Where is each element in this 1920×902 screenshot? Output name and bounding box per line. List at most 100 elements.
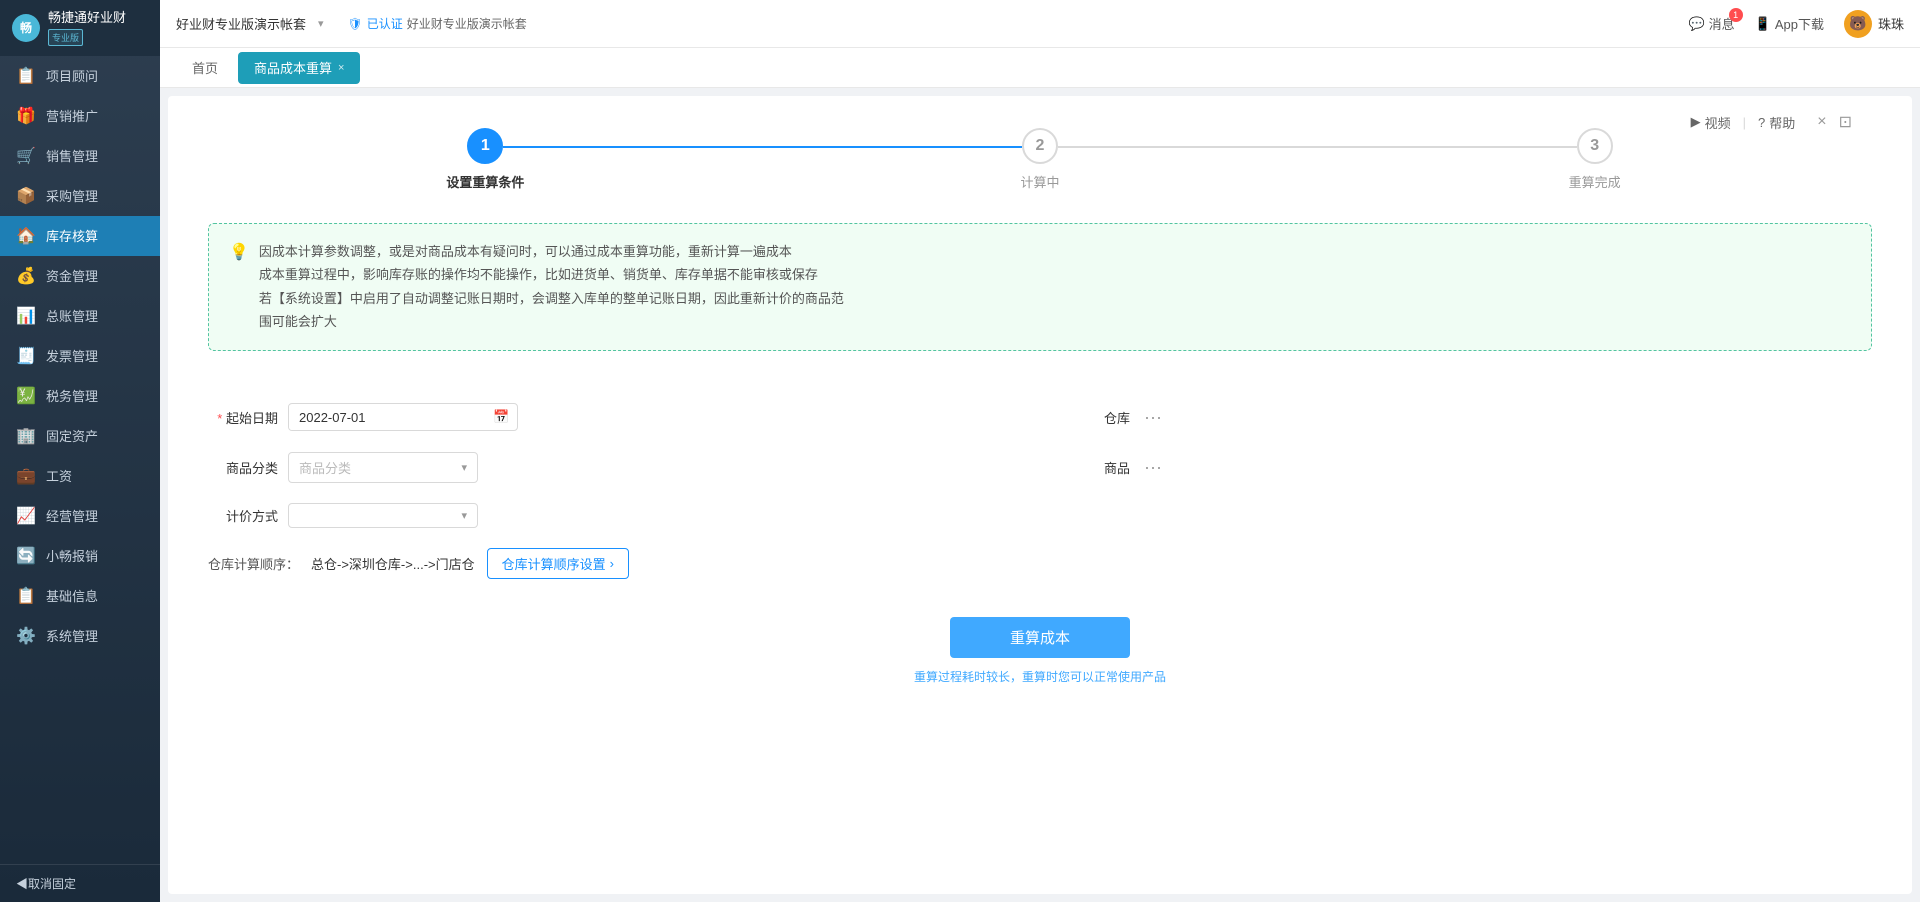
- goods-select-btn[interactable]: ···: [1140, 453, 1166, 482]
- system-icon: ⚙️: [16, 626, 36, 646]
- warehouse-order-btn-icon: ›: [610, 556, 614, 571]
- step-3-num: 3: [1590, 137, 1599, 155]
- category-placeholder: 商品分类: [299, 458, 455, 477]
- sidebar-item-tax[interactable]: 💹 税务管理: [0, 376, 160, 416]
- topbar-right: 💬 消息 1 📱 App下载 🐻 珠珠: [1688, 10, 1904, 38]
- purchase-icon: 📦: [16, 186, 36, 206]
- sidebar-item-basic[interactable]: 📋 基础信息: [0, 576, 160, 616]
- sidebar-unpin[interactable]: ◀取消固定: [0, 864, 160, 902]
- account-selector[interactable]: 好业财专业版演示帐套: [176, 14, 306, 33]
- warehouse-select-btn[interactable]: ···: [1140, 403, 1166, 432]
- category-label: 商品分类: [208, 458, 278, 477]
- sidebar-item-marketing[interactable]: 🎁 营销推广: [0, 96, 160, 136]
- start-date-label: * 起始日期: [208, 408, 278, 427]
- app-name: 畅捷通好业财: [48, 10, 126, 27]
- sidebar-item-accounting[interactable]: 📊 总账管理: [0, 296, 160, 336]
- invoice-icon: 🧾: [16, 346, 36, 366]
- sidebar-item-label: 资金管理: [46, 266, 98, 285]
- user-menu[interactable]: 🐻 珠珠: [1844, 10, 1904, 38]
- start-date-input-wrapper[interactable]: 📅: [288, 403, 518, 431]
- sidebar-item-system[interactable]: ⚙️ 系统管理: [0, 616, 160, 656]
- recalc-button[interactable]: 重算成本: [950, 617, 1130, 658]
- step-2-circle: 2: [1022, 128, 1058, 164]
- step-1-label: 设置重算条件: [446, 172, 524, 191]
- step-3-circle: 3: [1577, 128, 1613, 164]
- sidebar: 畅 畅捷通好业财 专业版 📋 项目顾问 🎁 营销推广 🛒 销售管理 📦 采购管理…: [0, 0, 160, 902]
- tax-icon: 💹: [16, 386, 36, 406]
- sidebar-item-sales[interactable]: 🛒 销售管理: [0, 136, 160, 176]
- account-dropdown-icon[interactable]: ▾: [318, 17, 324, 30]
- tab-cost-recalc-label: 商品成本重算: [254, 58, 332, 77]
- step-connector-1: [503, 146, 1022, 148]
- calendar-icon[interactable]: 📅: [485, 404, 517, 430]
- salary-icon: 💼: [16, 466, 36, 486]
- app-name-block: 畅捷通好业财 专业版: [48, 10, 126, 46]
- topbar-left: 好业财专业版演示帐套 ▾ 🛡 已认证 好业财专业版演示帐套: [176, 14, 527, 33]
- wizard-step-1: 1 设置重算条件: [208, 128, 763, 191]
- phone-icon: 📱: [1755, 16, 1771, 32]
- sidebar-item-label: 库存核算: [46, 226, 98, 245]
- goods-label: 商品: [1060, 458, 1130, 477]
- sidebar-item-label: 小畅报销: [46, 546, 98, 565]
- sidebar-item-expense[interactable]: 🔄 小畅报销: [0, 536, 160, 576]
- sidebar-item-finance[interactable]: 💰 资金管理: [0, 256, 160, 296]
- pricing-select[interactable]: ▾: [288, 503, 478, 528]
- step-connector-2: [1058, 146, 1577, 148]
- warehouse-order-settings-btn[interactable]: 仓库计算顺序设置 ›: [487, 548, 629, 579]
- shield-icon: 🛡: [348, 17, 363, 31]
- app-version: 专业版: [48, 29, 83, 46]
- tab-home[interactable]: 首页: [176, 52, 234, 84]
- warehouse-label: 仓库: [1060, 408, 1130, 427]
- sidebar-item-invoice[interactable]: 🧾 发票管理: [0, 336, 160, 376]
- sidebar-item-label: 营销推广: [46, 106, 98, 125]
- warehouse-field: 仓库 ···: [1060, 403, 1872, 432]
- step-2-label: 计算中: [1021, 172, 1060, 191]
- pricing-label: 计价方式: [208, 506, 278, 525]
- message-badge: 1: [1729, 8, 1743, 22]
- app-logo-icon: 畅: [12, 14, 40, 42]
- inventory-icon: 🏠: [16, 226, 36, 246]
- sales-icon: 🛒: [16, 146, 36, 166]
- username-label: 珠珠: [1878, 14, 1904, 33]
- sidebar-item-label: 销售管理: [46, 146, 98, 165]
- sidebar-item-label: 固定资产: [46, 426, 98, 445]
- assets-icon: 🏢: [16, 426, 36, 446]
- action-center: 重算成本 重算过程耗时较长，重算时您可以正常使用产品: [168, 607, 1912, 705]
- wizard-steps: 1 设置重算条件 2 计算中 3 重算完成: [208, 128, 1872, 191]
- bulb-icon: 💡: [229, 242, 249, 334]
- form-row-1: * 起始日期 📅 仓库 ···: [208, 403, 1872, 432]
- topbar: 好业财专业版演示帐套 ▾ 🛡 已认证 好业财专业版演示帐套 💬 消息 1 📱 A…: [160, 0, 1920, 48]
- message-button[interactable]: 💬 消息 1: [1688, 14, 1734, 33]
- start-date-input[interactable]: [289, 405, 485, 430]
- required-mark: *: [217, 411, 222, 426]
- category-field: 商品分类 商品分类 ▾: [208, 452, 1020, 483]
- main-area: 好业财专业版演示帐套 ▾ 🛡 已认证 好业财专业版演示帐套 💬 消息 1 📱 A…: [160, 0, 1920, 902]
- unpin-label: ◀取消固定: [16, 875, 76, 892]
- sidebar-item-label: 总账管理: [46, 306, 98, 325]
- sidebar-item-operation[interactable]: 📈 经营管理: [0, 496, 160, 536]
- info-box: 💡 因成本计算参数调整，或是对商品成本有疑问时，可以通过成本重算功能，重新计算一…: [208, 223, 1872, 351]
- sidebar-item-purchase[interactable]: 📦 采购管理: [0, 176, 160, 216]
- project-icon: 📋: [16, 66, 36, 86]
- info-line-1: 因成本计算参数调整，或是对商品成本有疑问时，可以通过成本重算功能，重新计算一遍成…: [259, 244, 792, 259]
- finance-icon: 💰: [16, 266, 36, 286]
- info-line-2: 成本重算过程中，影响库存账的操作均不能操作，比如进货单、销货单、库存单据不能审核…: [259, 267, 818, 282]
- sidebar-item-label: 项目顾问: [46, 66, 98, 85]
- sidebar-item-label: 经营管理: [46, 506, 98, 525]
- sidebar-item-project[interactable]: 📋 项目顾问: [0, 56, 160, 96]
- verified-badge: 🛡 已认证 好业财专业版演示帐套: [348, 15, 527, 32]
- tab-cost-recalc[interactable]: 商品成本重算 ×: [238, 52, 360, 84]
- sidebar-item-salary[interactable]: 💼 工资: [0, 456, 160, 496]
- sidebar-item-label: 税务管理: [46, 386, 98, 405]
- sidebar-item-inventory[interactable]: 🏠 库存核算: [0, 216, 160, 256]
- tab-close-icon[interactable]: ×: [338, 62, 344, 74]
- message-icon: 💬: [1688, 16, 1704, 32]
- info-line-4: 围可能会扩大: [259, 314, 337, 329]
- app-download-button[interactable]: 📱 App下载: [1755, 14, 1824, 33]
- step-2-num: 2: [1036, 137, 1045, 155]
- sidebar-item-assets[interactable]: 🏢 固定资产: [0, 416, 160, 456]
- step-3-label: 重算完成: [1569, 172, 1621, 191]
- category-select[interactable]: 商品分类 ▾: [288, 452, 478, 483]
- start-date-field: * 起始日期 📅: [208, 403, 1020, 431]
- form-row-3: 计价方式 ▾: [208, 503, 1872, 528]
